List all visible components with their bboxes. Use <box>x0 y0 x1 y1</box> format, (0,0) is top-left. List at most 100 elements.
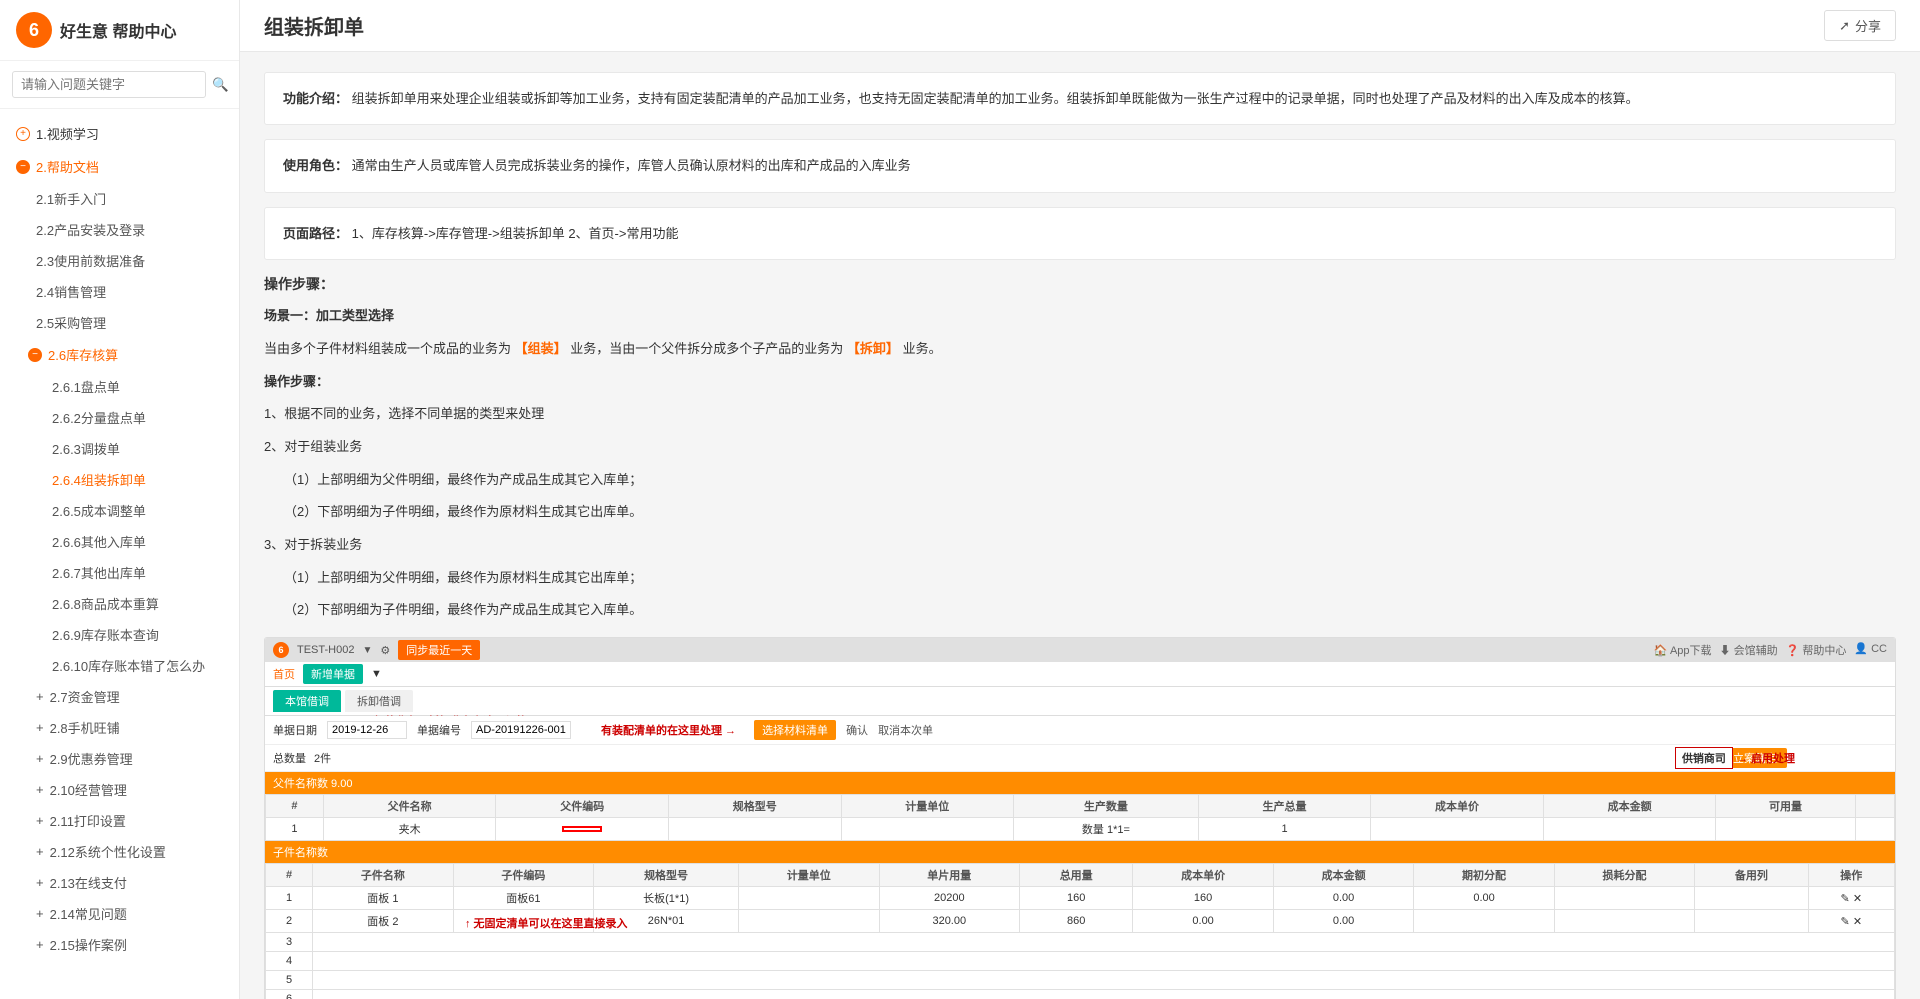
sidebar-item-label: 1.视频学习 <box>36 124 99 143</box>
ss-topbar-id: TEST-H002 <box>297 644 354 656</box>
ss-nav-more[interactable]: ▼ <box>371 668 382 680</box>
ss-select-bom-btn[interactable]: 选择材料清单 <box>754 720 836 740</box>
ss-sync-btn[interactable]: 同步最近一天 <box>398 640 480 660</box>
screenshot-sim: 6 TEST-H002 ▼ ⚙ 同步最近一天 🏠 App下载 ⬇ 会馆辅助 ❓ … <box>265 638 1895 999</box>
scene1-desc: 当由多个子件材料组装成一个成品的业务为 【组装】 业务，当由一个父件拆分成多个子… <box>264 337 1896 362</box>
main-content: 组装拆卸单 ➚ 分享 功能介绍： 组装拆卸单用来处理企业组装或拆卸等加工业务，支… <box>240 0 1920 999</box>
step2-label: 2、对于组装业务 <box>264 435 1896 460</box>
ss-num-input[interactable] <box>471 721 571 739</box>
topbar: 组装拆卸单 ➚ 分享 <box>240 0 1920 52</box>
role-box: 使用角色： 通常由生产人员或库管人员完成拆装业务的操作，库管人员确认原材料的出库… <box>264 139 1896 192</box>
sidebar-item-inv-ledger[interactable]: 2.6.9库存账本查询 <box>0 619 239 650</box>
sidebar-item-customization[interactable]: + 2.12系统个性化设置 <box>0 836 239 867</box>
expand-icon-cases: + <box>36 937 44 952</box>
page-title: 组装拆卸单 <box>264 11 364 40</box>
expand-icon-custom: + <box>36 844 44 859</box>
sidebar-item-new-users[interactable]: 2.1新手入门 <box>0 183 239 214</box>
expand-icon-coupon: + <box>36 751 44 766</box>
search-input[interactable] <box>12 71 206 98</box>
ss-tab-assembly[interactable]: 本馆借调 <box>273 690 341 712</box>
collapse-icon-inventory: − <box>28 348 42 362</box>
step3-1: （1）上部明细为父件明细，最终作为原材料生成其它出库单； <box>264 566 1896 591</box>
sidebar-item-label: 2.帮助文档 <box>36 157 99 176</box>
path-text: 1、库存核算->库存管理->组装拆卸单 2、首页->常用功能 <box>352 226 679 241</box>
sidebar-item-cases[interactable]: + 2.15操作案例 <box>0 929 239 960</box>
expand-icon-print: + <box>36 813 44 828</box>
annotation-bom: 有装配清单的在这里处理 → <box>601 722 736 738</box>
ss-tab-bar: 本馆借调 拆卸借调 ↑ 组装业务、拆卸业务在这里切换 <box>265 687 1895 716</box>
collapse-icon: − <box>16 160 30 174</box>
sidebar-item-other-out[interactable]: 2.6.7其他出库单 <box>0 557 239 588</box>
sidebar-item-ops[interactable]: + 2.10经营管理 <box>0 774 239 805</box>
share-button[interactable]: ➚ 分享 <box>1824 10 1896 41</box>
role-text: 通常由生产人员或库管人员完成拆装业务的操作，库管人员确认原材料的出库和产成品的入… <box>352 158 911 173</box>
sidebar-item-purchase[interactable]: 2.5采购管理 <box>0 307 239 338</box>
sidebar-item-assembly[interactable]: 2.6.4组装拆卸单 <box>0 464 239 495</box>
step2-2: （2）下部明细为子件明细，最终作为原材料生成其它出库单。 <box>264 500 1896 525</box>
sidebar-item-videos[interactable]: + 1.视频学习 <box>0 117 239 150</box>
expand-icon-ops: + <box>36 782 44 797</box>
sidebar-item-cost-recalc[interactable]: 2.6.8商品成本重算 <box>0 588 239 619</box>
sidebar-item-data-prep[interactable]: 2.3使用前数据准备 <box>0 245 239 276</box>
search-icon: 🔍 <box>212 77 229 92</box>
table-row: 3 <box>266 933 1895 952</box>
annotation-manual-entry: ↑ 无固定清单可以在这里直接录入 <box>465 915 628 931</box>
sidebar-item-finance[interactable]: + 2.7资金管理 <box>0 681 239 712</box>
nav-tree: + 1.视频学习 − 2.帮助文档 2.1新手入门 2.2产品安装及登录 2.3… <box>0 109 239 999</box>
sidebar-item-cost-adj[interactable]: 2.6.5成本调整单 <box>0 495 239 526</box>
step3-label: 3、对于拆装业务 <box>264 533 1896 558</box>
path-box: 页面路径： 1、库存核算->库存管理->组装拆卸单 2、首页->常用功能 <box>264 207 1896 260</box>
sidebar-item-mobile[interactable]: + 2.8手机旺铺 <box>0 712 239 743</box>
ss-tab-disassembly[interactable]: 拆卸借调 <box>345 690 413 712</box>
sidebar-item-install[interactable]: 2.2产品安装及登录 <box>0 214 239 245</box>
func-intro-text: 组装拆卸单用来处理企业组装或拆卸等加工业务，支持有固定装配清单的产品加工业务，也… <box>352 91 1639 106</box>
sidebar-item-inventory[interactable]: − 2.6库存核算 <box>0 338 239 371</box>
ss-bottom-section-bar: 子件名称数 <box>265 841 1895 863</box>
ss-nav-new[interactable]: 新增单据 <box>303 664 363 684</box>
ss-nav-bar: 首页 新增单据 ▼ <box>265 662 1895 687</box>
path-label: 页面路径： <box>283 226 348 241</box>
sidebar-item-sales[interactable]: 2.4销售管理 <box>0 276 239 307</box>
ops-title: 操作步骤： <box>264 274 1896 294</box>
expand-icon-pay: + <box>36 875 44 890</box>
expand-icon-faq: + <box>36 906 44 921</box>
ss-top-section-bar: 父件名称数 9.00 <box>265 772 1895 794</box>
ss-bottom-section-wrapper: 子件名称数 # 子件名称 子件编码 规格型号 计量单位 <box>265 841 1895 999</box>
table-row: 5 <box>266 971 1895 990</box>
logo-icon: 6 <box>16 12 52 48</box>
role-label: 使用角色： <box>283 158 348 173</box>
sidebar-item-coupon[interactable]: + 2.9优惠券管理 <box>0 743 239 774</box>
expand-icon: + <box>16 127 30 141</box>
sidebar-item-docs[interactable]: − 2.帮助文档 <box>0 150 239 183</box>
screenshot-container: 6 TEST-H002 ▼ ⚙ 同步最近一天 🏠 App下载 ⬇ 会馆辅助 ❓ … <box>264 637 1896 999</box>
sidebar-item-label: 2.6库存核算 <box>48 345 118 364</box>
scene1-title: 场景一：加工类型选择 <box>264 304 1896 329</box>
nav-category-docs: − 2.帮助文档 2.1新手入门 2.2产品安装及登录 2.3使用前数据准备 2… <box>0 150 239 960</box>
ss-topbar-right: 🏠 App下载 ⬇ 会馆辅助 ❓ 帮助中心 👤 CC <box>1654 642 1887 658</box>
sidebar-item-transfer[interactable]: 2.6.3调拨单 <box>0 433 239 464</box>
ss-logo: 6 <box>273 642 289 658</box>
table-row: 1 面板 1 面板61 长板(1*1) 20200 160 160 0.00 <box>266 887 1895 910</box>
sidebar-item-other-in[interactable]: 2.6.6其他入库单 <box>0 526 239 557</box>
func-intro-label: 功能介绍： <box>283 91 348 106</box>
sidebar: 6 好生意 帮助中心 🔍 + 1.视频学习 − 2.帮助文档 2.1新手入门 2… <box>0 0 240 999</box>
sidebar-item-faq[interactable]: + 2.14常见问题 <box>0 898 239 929</box>
annotation-enable: 供销商司 → 启用处理 <box>1675 747 1795 769</box>
ss-nav-home[interactable]: 首页 <box>273 666 295 682</box>
expand-icon-finance: + <box>36 689 44 704</box>
ops-steps-label: 操作步骤： <box>264 370 1896 395</box>
sidebar-item-stocktake[interactable]: 2.6.1盘点单 <box>0 371 239 402</box>
ss-supplier-input[interactable]: 供销商司 <box>1675 747 1733 769</box>
content-area: 功能介绍： 组装拆卸单用来处理企业组装或拆卸等加工业务，支持有固定装配清单的产品… <box>240 52 1920 999</box>
ss-date-input[interactable] <box>327 721 407 739</box>
ss-qty-row: 总数量 2件 供销商司 → 启用处理 立案确定 <box>265 745 1895 772</box>
ss-form-row: 单据日期 单据编号 有装配清单的在这里处理 → 选择材料清单 确认 取消本次单 <box>265 716 1895 745</box>
search-button[interactable]: 🔍 <box>206 73 235 97</box>
ops-section: 操作步骤： 场景一：加工类型选择 当由多个子件材料组装成一个成品的业务为 【组装… <box>264 274 1896 999</box>
sidebar-item-print[interactable]: + 2.11打印设置 <box>0 805 239 836</box>
sidebar-item-partial-stock[interactable]: 2.6.2分量盘点单 <box>0 402 239 433</box>
sidebar-item-payment[interactable]: + 2.13在线支付 <box>0 867 239 898</box>
sidebar-item-inv-fix[interactable]: 2.6.10库存账本错了怎么办 <box>0 650 239 681</box>
ss-top-table: # 父件名称 父件编码 规格型号 计量单位 生产数量 生产总量 成本单价 成本金… <box>265 794 1895 841</box>
logo-area: 6 好生意 帮助中心 <box>0 0 239 61</box>
